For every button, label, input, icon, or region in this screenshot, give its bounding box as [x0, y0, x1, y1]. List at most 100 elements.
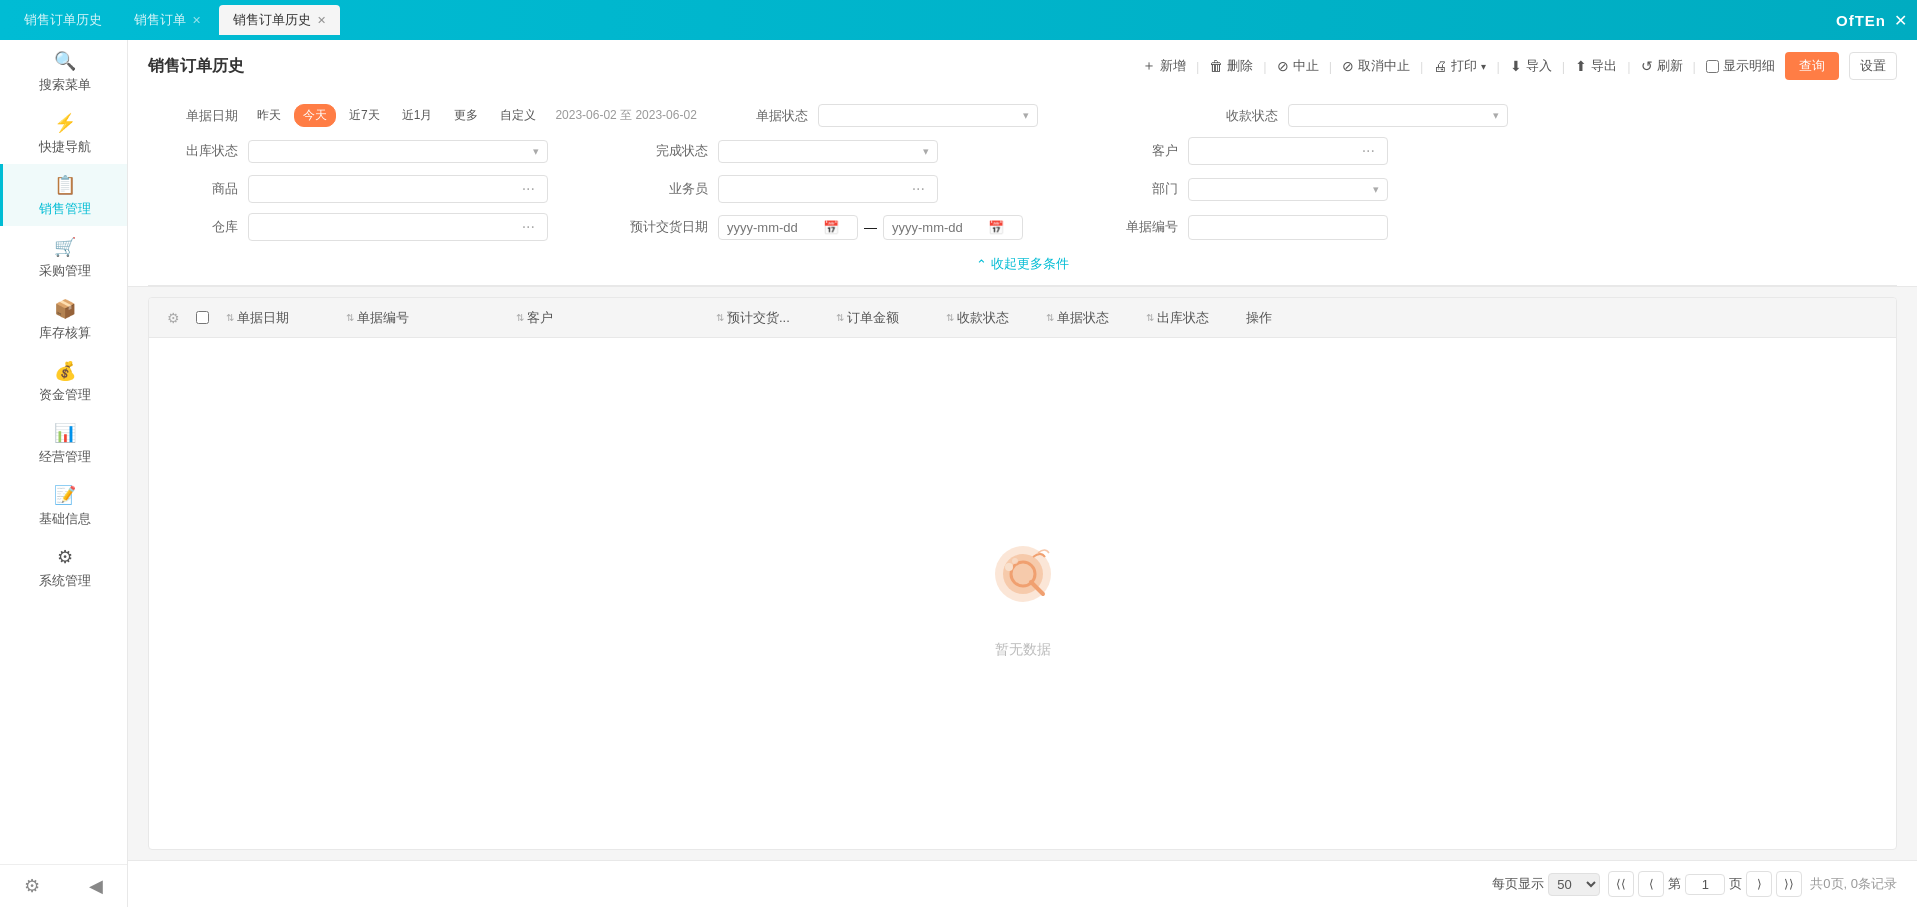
delivery-date-to[interactable]: 📅: [883, 215, 1023, 240]
tab-sales-order-history[interactable]: 销售订单历史 ✕: [219, 5, 340, 35]
date-btn-last1month[interactable]: 近1月: [393, 104, 442, 127]
warehouse-input[interactable]: ···: [248, 213, 548, 241]
stop-label: 中止: [1293, 57, 1319, 75]
delivery-date-to-input[interactable]: [892, 220, 982, 235]
divider-8: |: [1693, 59, 1696, 74]
next-page-btn[interactable]: ⟩: [1746, 871, 1772, 897]
capital-mgmt-icon: 💰: [54, 360, 76, 382]
col-payment-sort-icon: ⇅: [946, 312, 954, 323]
last-page-btn[interactable]: ⟩⟩: [1776, 871, 1802, 897]
customer-dots[interactable]: ···: [1358, 142, 1379, 160]
page-header: 销售订单历史 ＋ 新增 | 🗑 删除 | ⊘ 中止: [128, 40, 1917, 287]
date-btn-yesterday[interactable]: 昨天: [248, 104, 290, 127]
column-settings-icon[interactable]: ⚙: [159, 310, 188, 326]
stock-out-select[interactable]: ▾: [248, 140, 548, 163]
export-icon: ⬆: [1575, 58, 1587, 74]
date-btn-more[interactable]: 更多: [445, 104, 487, 127]
col-payment[interactable]: ⇅ 收款状态: [938, 309, 1038, 327]
col-amount[interactable]: ⇅ 订单金额: [828, 309, 938, 327]
tab-sales-order-close[interactable]: ✕: [192, 14, 201, 27]
tab-home[interactable]: 销售订单历史: [10, 5, 116, 35]
collapse-row[interactable]: ⌃ 收起更多条件: [168, 251, 1877, 273]
display-detail-checkbox[interactable]: 显示明细: [1706, 57, 1775, 75]
sidebar-item-system-mgmt[interactable]: ⚙ 系统管理: [0, 536, 127, 598]
sidebar-item-inventory-calc[interactable]: 📦 库存核算: [0, 288, 127, 350]
voucher-no-input[interactable]: [1188, 215, 1388, 240]
import-button[interactable]: ⬇ 导入: [1510, 57, 1552, 75]
settings-button[interactable]: 设置: [1849, 52, 1897, 80]
delivery-date-from[interactable]: 📅: [718, 215, 858, 240]
dept-select[interactable]: ▾: [1188, 178, 1388, 201]
page-suffix-label: 页: [1729, 875, 1742, 893]
voucher-no-text-input[interactable]: [1197, 220, 1379, 235]
top-bar: 销售订单历史 销售订单 ✕ 销售订单历史 ✕ OfTEn ✕: [0, 0, 1917, 40]
col-no-sort-icon: ⇅: [346, 312, 354, 323]
stop-button[interactable]: ⊘ 中止: [1277, 57, 1319, 75]
date-btn-last7[interactable]: 近7天: [340, 104, 389, 127]
customer-input[interactable]: ···: [1188, 137, 1388, 165]
sidebar-item-sales-mgmt-label: 销售管理: [39, 200, 91, 218]
close-window-icon[interactable]: ✕: [1894, 11, 1907, 30]
sidebar-item-sales-mgmt[interactable]: 📋 销售管理: [0, 164, 127, 226]
col-client[interactable]: ⇅ 客户: [508, 309, 708, 327]
salesperson-input[interactable]: ···: [718, 175, 938, 203]
first-page-btn[interactable]: ⟨⟨: [1608, 871, 1634, 897]
warehouse-dots[interactable]: ···: [518, 218, 539, 236]
stock-out-control: ▾: [248, 140, 628, 163]
customer-control: ···: [1188, 137, 1568, 165]
date-btn-custom[interactable]: 自定义: [491, 104, 545, 127]
calendar-to-icon: 📅: [988, 220, 1004, 235]
prev-page-btn[interactable]: ⟨: [1638, 871, 1664, 897]
svg-point-5: [1012, 558, 1018, 564]
date-btn-today[interactable]: 今天: [294, 104, 336, 127]
select-all-input[interactable]: [196, 311, 209, 324]
col-delivery[interactable]: ⇅ 预计交货...: [708, 309, 828, 327]
divider-2: |: [1263, 59, 1266, 74]
select-all-checkbox[interactable]: [188, 311, 218, 324]
sidebar-item-operations-mgmt[interactable]: 📊 经营管理: [0, 412, 127, 474]
col-stock[interactable]: ⇅ 出库状态: [1138, 309, 1238, 327]
operations-mgmt-icon: 📊: [54, 422, 76, 444]
sidebar-item-quick-nav[interactable]: ⚡ 快捷导航: [0, 102, 127, 164]
current-page-input[interactable]: [1685, 874, 1725, 895]
display-detail-input[interactable]: [1706, 60, 1719, 73]
voucher-status-select[interactable]: ▾: [818, 104, 1038, 127]
divider-6: |: [1562, 59, 1565, 74]
sidebar-item-search-menu[interactable]: 🔍 搜索菜单: [0, 40, 127, 102]
sidebar-item-quick-nav-label: 快捷导航: [39, 138, 91, 156]
export-button[interactable]: ⬆ 导出: [1575, 57, 1617, 75]
payment-status-select[interactable]: ▾: [1288, 104, 1508, 127]
empty-text: 暂无数据: [995, 641, 1051, 659]
sidebar-settings-icon[interactable]: ⚙: [24, 875, 40, 897]
query-button[interactable]: 查询: [1785, 52, 1839, 80]
table-container: ⚙ ⇅ 单据日期 ⇅ 单据编号 ⇅ 客户: [148, 297, 1897, 850]
sidebar-item-capital-mgmt[interactable]: 💰 资金管理: [0, 350, 127, 412]
delivery-date-from-input[interactable]: [727, 220, 817, 235]
col-voucher[interactable]: ⇅ 单据状态: [1038, 309, 1138, 327]
salesperson-dots[interactable]: ···: [908, 180, 929, 198]
sidebar-item-purchase-mgmt[interactable]: 🛒 采购管理: [0, 226, 127, 288]
sidebar-collapse-icon[interactable]: ◀: [89, 875, 103, 897]
cancel-stop-label: 取消中止: [1358, 57, 1410, 75]
import-label: 导入: [1526, 57, 1552, 75]
warehouse-label: 仓库: [168, 218, 248, 236]
sidebar-item-basic-info[interactable]: 📝 基础信息: [0, 474, 127, 536]
tab-sales-order-history-close[interactable]: ✕: [317, 14, 326, 27]
tab-sales-order[interactable]: 销售订单 ✕: [120, 5, 215, 35]
cancel-stop-button[interactable]: ⊘ 取消中止: [1342, 57, 1410, 75]
sidebar-bottom: ⚙ ◀: [0, 864, 127, 907]
col-no[interactable]: ⇅ 单据编号: [338, 309, 508, 327]
divider-7: |: [1627, 59, 1630, 74]
col-date[interactable]: ⇅ 单据日期: [218, 309, 338, 327]
delete-button[interactable]: 🗑 删除: [1209, 57, 1253, 75]
print-button[interactable]: 🖨 打印 ▾: [1433, 57, 1486, 75]
goods-dots[interactable]: ···: [518, 180, 539, 198]
per-page-select[interactable]: 50 100 200: [1548, 873, 1600, 896]
dept-control: ▾: [1188, 178, 1568, 201]
delete-label: 删除: [1227, 57, 1253, 75]
col-action-label: 操作: [1246, 309, 1272, 327]
new-button[interactable]: ＋ 新增: [1142, 57, 1186, 75]
complete-status-select[interactable]: ▾: [718, 140, 938, 163]
refresh-button[interactable]: ↺ 刷新: [1641, 57, 1683, 75]
goods-input[interactable]: ···: [248, 175, 548, 203]
